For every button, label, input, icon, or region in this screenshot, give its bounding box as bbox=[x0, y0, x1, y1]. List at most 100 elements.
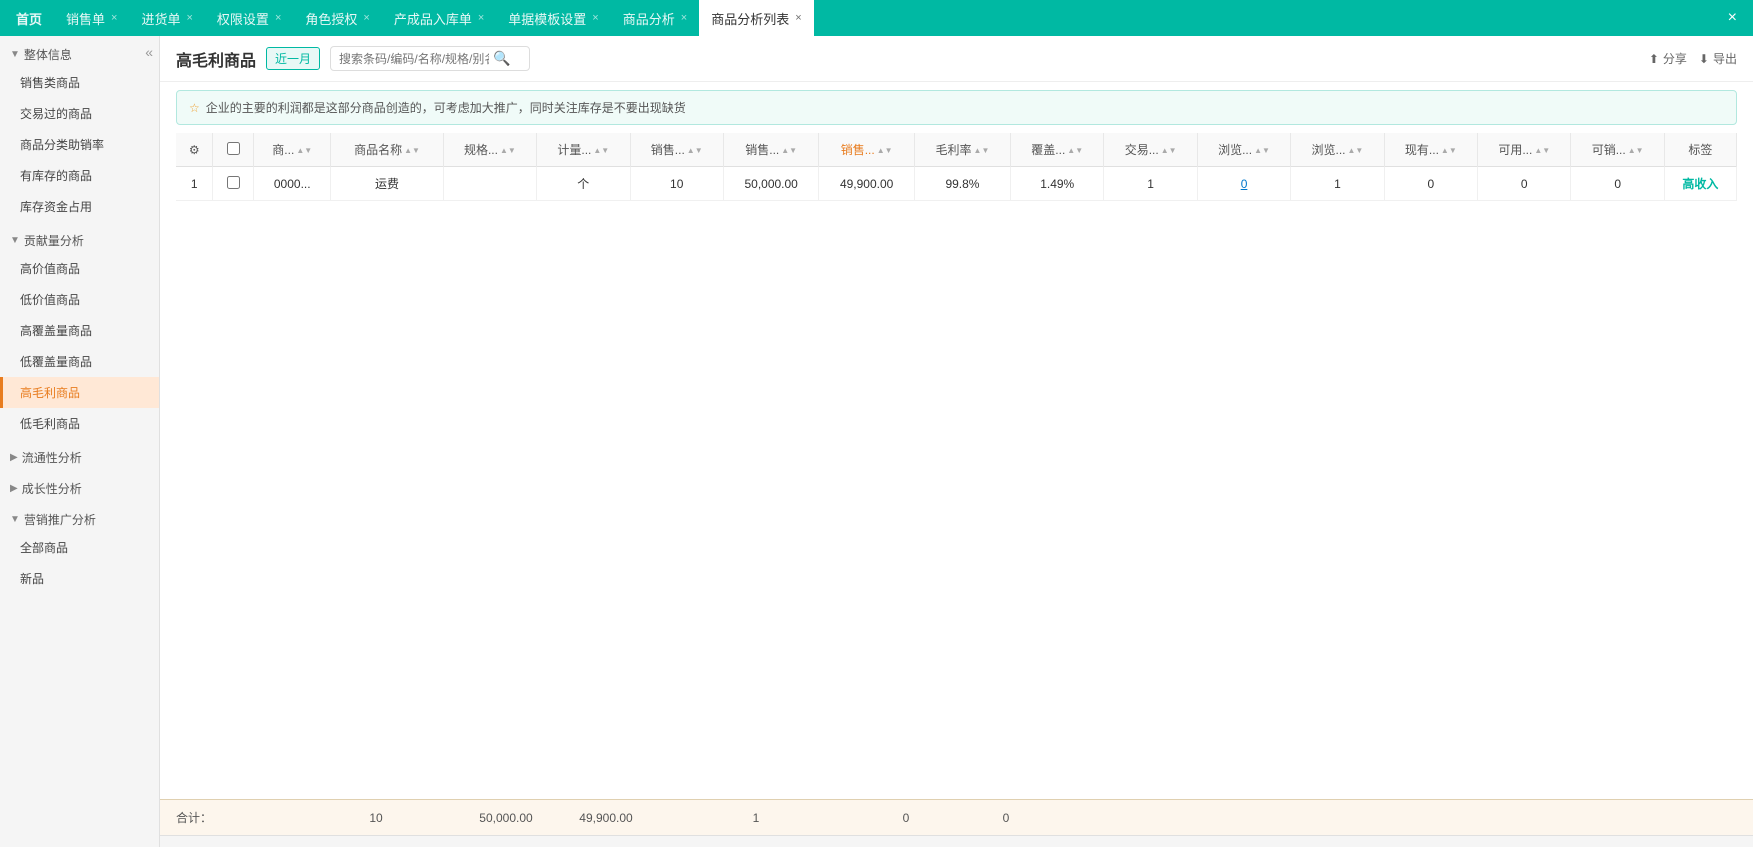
cell-checkbox[interactable] bbox=[213, 167, 254, 201]
col-tag[interactable]: 标签 bbox=[1664, 133, 1736, 167]
close-tab-permission[interactable]: × bbox=[275, 12, 281, 24]
tab-home[interactable]: 首页 bbox=[4, 0, 54, 36]
close-tab-product-analysis-list[interactable]: × bbox=[795, 12, 801, 24]
col-sales-cost[interactable]: 销售...▲▼ bbox=[819, 133, 914, 167]
col-name[interactable]: 商品名称▲▼ bbox=[331, 133, 443, 167]
sidebar-item-low-coverage[interactable]: 低覆盖量商品 bbox=[0, 346, 159, 377]
cell-tag: 高收入 bbox=[1664, 167, 1736, 201]
cell-index: 1 bbox=[176, 167, 213, 201]
sidebar-item-low-margin[interactable]: 低毛利商品 bbox=[0, 408, 159, 439]
sidebar-item-capital-occupy[interactable]: 库存资金占用 bbox=[0, 191, 159, 222]
sidebar-item-high-coverage[interactable]: 高覆盖量商品 bbox=[0, 315, 159, 346]
sidebar-item-sales-goods[interactable]: 销售类商品 bbox=[0, 67, 159, 98]
main-layout: « ▼ 整体信息 销售类商品 交易过的商品 商品分类助销率 有库存的商品 库存资… bbox=[0, 36, 1753, 847]
footer-available: 0 bbox=[956, 811, 1056, 825]
col-available[interactable]: 可用...▲▼ bbox=[1478, 133, 1571, 167]
group-arrow-liquidity: ▶ bbox=[10, 452, 18, 463]
tab-purchase-order[interactable]: 进货单 × bbox=[129, 0, 204, 36]
scroll-area[interactable] bbox=[160, 835, 1753, 847]
close-tab-role-auth[interactable]: × bbox=[363, 12, 369, 24]
row-checkbox[interactable] bbox=[227, 176, 240, 189]
cell-gross-rate: 99.8% bbox=[914, 167, 1010, 201]
col-stock[interactable]: 现有...▲▼ bbox=[1384, 133, 1477, 167]
sidebar-item-new-goods[interactable]: 新品 bbox=[0, 563, 159, 594]
col-sales-qty[interactable]: 销售...▲▼ bbox=[630, 133, 723, 167]
sidebar-collapse-button[interactable]: « bbox=[145, 44, 153, 60]
close-window-button[interactable]: × bbox=[1716, 9, 1749, 27]
footer-sales-amount: 50,000.00 bbox=[456, 811, 556, 825]
sidebar-item-high-value[interactable]: 高价值商品 bbox=[0, 253, 159, 284]
header-actions: ⬆ 分享 ⬇ 导出 bbox=[1649, 50, 1737, 67]
cell-sales-qty: 10 bbox=[630, 167, 723, 201]
footer-sales-qty: 10 bbox=[296, 811, 456, 825]
sidebar-group-growth[interactable]: ▶ 成长性分析 bbox=[0, 470, 159, 501]
col-settings[interactable]: ⚙ bbox=[176, 133, 213, 167]
sidebar-group-contribution[interactable]: ▼ 贡献量分析 bbox=[0, 222, 159, 253]
sidebar-item-low-value[interactable]: 低价值商品 bbox=[0, 284, 159, 315]
tab-sales-order[interactable]: 销售单 × bbox=[54, 0, 129, 36]
footer-sales-cost: 49,900.00 bbox=[556, 811, 656, 825]
tab-product-analysis[interactable]: 商品分析 × bbox=[611, 0, 699, 36]
search-box: 🔍 bbox=[330, 46, 530, 71]
sidebar-item-high-margin[interactable]: 高毛利商品 bbox=[0, 377, 159, 408]
export-button[interactable]: ⬇ 导出 bbox=[1699, 50, 1737, 67]
sidebar-item-instock-goods[interactable]: 有库存的商品 bbox=[0, 160, 159, 191]
sidebar: « ▼ 整体信息 销售类商品 交易过的商品 商品分类助销率 有库存的商品 库存资… bbox=[0, 36, 160, 847]
cell-sales-amount: 50,000.00 bbox=[723, 167, 818, 201]
cell-sales-cost: 49,900.00 bbox=[819, 167, 914, 201]
cell-name: 运费 bbox=[331, 167, 443, 201]
cell-saleable: 0 bbox=[1571, 167, 1664, 201]
content-area: 高毛利商品 近一月 🔍 ⬆ 分享 ⬇ 导出 ☆ 企业的主要的利润都是这部分商品创… bbox=[160, 36, 1753, 847]
close-tab-product-analysis[interactable]: × bbox=[681, 12, 687, 24]
tab-role-auth[interactable]: 角色授权 × bbox=[293, 0, 381, 36]
search-icon[interactable]: 🔍 bbox=[493, 50, 510, 67]
share-icon: ⬆ bbox=[1649, 52, 1659, 66]
group-arrow-overall: ▼ bbox=[10, 49, 20, 60]
search-input[interactable] bbox=[339, 52, 489, 66]
col-code[interactable]: 商...▲▼ bbox=[254, 133, 331, 167]
tab-product-inbound[interactable]: 产成品入库单 × bbox=[382, 0, 496, 36]
close-tab-product-inbound[interactable]: × bbox=[478, 12, 484, 24]
col-trade[interactable]: 交易...▲▼ bbox=[1104, 133, 1197, 167]
sidebar-group-overall[interactable]: ▼ 整体信息 bbox=[0, 36, 159, 67]
col-gross-rate[interactable]: 毛利率▲▼ bbox=[914, 133, 1010, 167]
cell-browse1[interactable]: 0 bbox=[1197, 167, 1290, 201]
tab-permission[interactable]: 权限设置 × bbox=[205, 0, 293, 36]
group-arrow-growth: ▶ bbox=[10, 483, 18, 494]
close-tab-sales-order[interactable]: × bbox=[111, 12, 117, 24]
col-checkbox[interactable] bbox=[213, 133, 254, 167]
select-all-checkbox[interactable] bbox=[227, 142, 240, 155]
footer-trade: 1 bbox=[656, 811, 856, 825]
col-browse2[interactable]: 浏览...▲▼ bbox=[1291, 133, 1384, 167]
close-tab-template-settings[interactable]: × bbox=[592, 12, 598, 24]
table-container[interactable]: ⚙ 商...▲▼ 商品名称▲▼ 规格...▲▼ 计量...▲▼ 销售...▲▼ … bbox=[160, 133, 1753, 799]
share-button[interactable]: ⬆ 分享 bbox=[1649, 50, 1687, 67]
group-arrow-marketing: ▼ bbox=[10, 514, 20, 525]
col-browse1[interactable]: 浏览...▲▼ bbox=[1197, 133, 1290, 167]
sidebar-item-traded-goods[interactable]: 交易过的商品 bbox=[0, 98, 159, 129]
col-unit[interactable]: 计量...▲▼ bbox=[537, 133, 630, 167]
cell-coverage: 1.49% bbox=[1011, 167, 1104, 201]
info-banner: ☆ 企业的主要的利润都是这部分商品创造的，可考虑加大推广，同时关注库存是不要出现… bbox=[176, 90, 1737, 125]
col-coverage[interactable]: 覆盖...▲▼ bbox=[1011, 133, 1104, 167]
sidebar-group-marketing[interactable]: ▼ 营销推广分析 bbox=[0, 501, 159, 532]
info-icon: ☆ bbox=[189, 101, 200, 115]
sidebar-item-category-assist[interactable]: 商品分类助销率 bbox=[0, 129, 159, 160]
group-arrow-contribution: ▼ bbox=[10, 235, 20, 246]
period-button[interactable]: 近一月 bbox=[266, 47, 320, 70]
tab-template-settings[interactable]: 单据模板设置 × bbox=[496, 0, 610, 36]
col-spec[interactable]: 规格...▲▼ bbox=[443, 133, 536, 167]
cell-code: 0000... bbox=[254, 167, 331, 201]
tab-product-analysis-list[interactable]: 商品分析列表 × bbox=[699, 0, 813, 36]
content-header: 高毛利商品 近一月 🔍 ⬆ 分享 ⬇ 导出 bbox=[160, 36, 1753, 82]
col-sales-amount[interactable]: 销售...▲▼ bbox=[723, 133, 818, 167]
cell-available: 0 bbox=[1478, 167, 1571, 201]
sidebar-item-all-goods[interactable]: 全部商品 bbox=[0, 532, 159, 563]
col-saleable[interactable]: 可销...▲▼ bbox=[1571, 133, 1664, 167]
close-tab-purchase-order[interactable]: × bbox=[186, 12, 192, 24]
footer-total: 合计： 10 50,000.00 49,900.00 1 0 0 bbox=[160, 799, 1753, 835]
footer-stock: 0 bbox=[856, 811, 956, 825]
page-title: 高毛利商品 bbox=[176, 47, 256, 71]
sidebar-group-liquidity[interactable]: ▶ 流通性分析 bbox=[0, 439, 159, 470]
footer-cells: 10 50,000.00 49,900.00 1 0 0 bbox=[296, 811, 1737, 825]
